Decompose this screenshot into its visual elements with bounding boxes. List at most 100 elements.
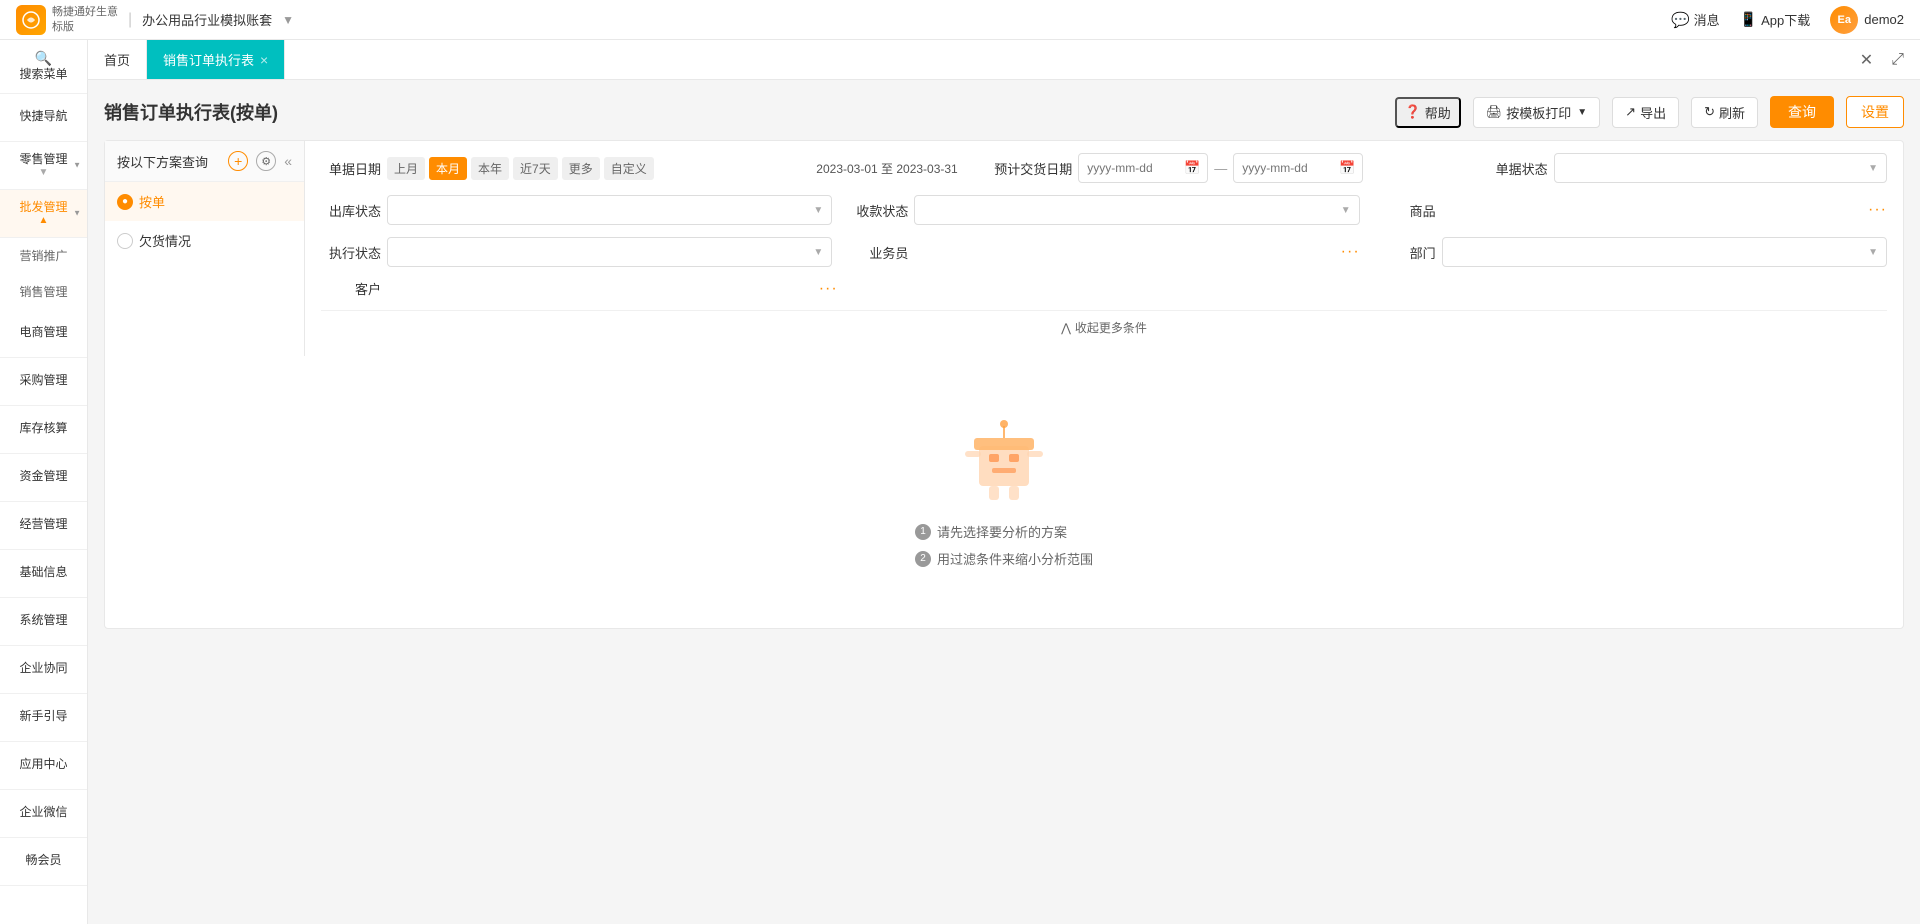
- date-btn-上月[interactable]: 上月: [387, 157, 425, 180]
- date-btn-自定义[interactable]: 自定义: [604, 157, 654, 180]
- message-action[interactable]: 💬 消息: [1671, 10, 1720, 29]
- salesperson-more-btn[interactable]: ···: [1341, 243, 1360, 261]
- sidebar-item-wholesale[interactable]: 批发管理 ▲: [0, 190, 87, 238]
- sidebar-wholesale-label: 批发管理: [19, 200, 67, 216]
- payment-status-select[interactable]: ▼: [914, 195, 1359, 225]
- scheme-item-欠货情况[interactable]: 欠货情况: [105, 221, 304, 260]
- tab-expand-btn[interactable]: ⤢: [1887, 49, 1908, 71]
- collapse-bar[interactable]: ⋀ 收起更多条件: [321, 310, 1887, 344]
- sidebar-item-quick-nav[interactable]: 快捷导航: [0, 94, 87, 142]
- scheme-header-actions: + ⚙ «: [228, 151, 292, 171]
- out-status-label: 出库状态: [321, 201, 381, 220]
- status-select-arrow: ▼: [1868, 163, 1878, 174]
- main-layout: 🔍 搜索菜单 快捷导航 零售管理 ▼ 批发管理 ▲ 营销推广 销售管理 电商管理…: [0, 40, 1920, 924]
- refresh-btn[interactable]: ↻ 刷新: [1691, 97, 1758, 128]
- tab-home[interactable]: 首页: [88, 40, 147, 79]
- logo-icon: [16, 5, 46, 35]
- page-content: 销售订单执行表(按单) ❓ 帮助 🖨 按模板打印 ↗ 导出: [88, 80, 1920, 924]
- scheme-dot-inactive: [117, 233, 133, 249]
- sidebar-operations-label: 经营管理: [19, 517, 67, 533]
- sidebar-item-inventory[interactable]: 库存核算: [0, 406, 87, 454]
- goods-more-btn[interactable]: ···: [1868, 201, 1887, 219]
- filter-row-1: 单据日期 上月 本月 本年 近7天 更多 自定义: [321, 153, 1887, 183]
- customer-more-btn[interactable]: ···: [819, 280, 838, 298]
- expected-date-label: 预计交货日期: [992, 159, 1072, 178]
- scheme-add-btn[interactable]: +: [228, 151, 248, 171]
- sidebar-sub-marketing[interactable]: 营销推广: [0, 238, 87, 274]
- logo-area: 畅捷通好生意 标版: [16, 5, 118, 35]
- collapse-text: 收起更多条件: [1075, 319, 1147, 336]
- scheme-settings-btn[interactable]: ⚙: [256, 151, 276, 171]
- sidebar-inventory-label: 库存核算: [19, 421, 67, 437]
- empty-text-list: 1 请先选择要分析的方案 2 用过滤条件来缩小分析范围: [915, 522, 1093, 568]
- query-btn[interactable]: 查询: [1770, 96, 1834, 128]
- status-select[interactable]: ▼: [1554, 153, 1887, 183]
- sidebar-item-purchase[interactable]: 采购管理: [0, 358, 87, 406]
- page-header-actions: ❓ 帮助 🖨 按模板打印 ↗ 导出 ↻ 刷新 查询: [1395, 96, 1904, 128]
- message-label: 消息: [1694, 10, 1720, 29]
- main-panel: 按以下方案查询 + ⚙ « ● 按单: [104, 140, 1904, 629]
- sidebar-purchase-label: 采购管理: [19, 373, 67, 389]
- app-download-action[interactable]: 📱 App下载: [1740, 10, 1811, 29]
- scheme-item-按单[interactable]: ● 按单: [105, 182, 304, 221]
- empty-illustration: [959, 416, 1049, 506]
- sidebar-item-search[interactable]: 🔍 搜索菜单: [0, 40, 87, 94]
- customer-label: 客户: [321, 279, 381, 298]
- sidebar-item-member[interactable]: 畅会员: [0, 838, 87, 886]
- scheme-panel: 按以下方案查询 + ⚙ « ● 按单: [105, 141, 305, 356]
- sidebar-item-wechat[interactable]: 企业微信: [0, 790, 87, 838]
- collapse-label: ⋀ 收起更多条件: [1061, 319, 1147, 336]
- scheme-collapse-btn[interactable]: «: [284, 153, 292, 169]
- help-btn[interactable]: ❓ 帮助: [1395, 97, 1461, 128]
- sidebar-item-apps[interactable]: 应用中心: [0, 742, 87, 790]
- settings-btn[interactable]: 设置: [1846, 96, 1904, 128]
- top-bar-right: 💬 消息 📱 App下载 Ea demo2: [1671, 6, 1904, 34]
- out-status-select[interactable]: ▼: [387, 195, 832, 225]
- help-icon: ❓: [1405, 104, 1421, 120]
- expected-date-range: 📅 — 📅: [1078, 153, 1363, 183]
- print-label: 按模板打印: [1506, 103, 1571, 122]
- tab-home-label: 首页: [104, 50, 130, 69]
- sidebar-item-system[interactable]: 系统管理: [0, 598, 87, 646]
- sidebar-enterprise-label: 企业协同: [19, 661, 67, 677]
- tab-close-btn[interactable]: ×: [260, 53, 268, 67]
- date-btn-本月[interactable]: 本月: [429, 157, 467, 180]
- tip-num-1: 1: [915, 524, 931, 540]
- export-btn[interactable]: ↗ 导出: [1612, 97, 1679, 128]
- date-btn-更多[interactable]: 更多: [562, 157, 600, 180]
- dept-select[interactable]: ▼: [1442, 237, 1887, 267]
- sidebar-item-ecommerce[interactable]: 电商管理: [0, 310, 87, 358]
- tab-current-label: 销售订单执行表: [163, 50, 254, 69]
- exec-status-select[interactable]: ▼: [387, 237, 832, 267]
- filter-row-2: 出库状态 ▼ 收款状态 ▼: [321, 195, 1887, 225]
- scheme-item-label-欠货情况: 欠货情况: [139, 231, 191, 250]
- breadcrumb-arrow-icon[interactable]: ▼: [282, 13, 294, 27]
- sidebar-member-label: 畅会员: [25, 853, 61, 869]
- tab-bar: 首页 销售订单执行表 × ✕ ⤢: [88, 40, 1920, 80]
- logo-text: 畅捷通好生意 标版: [52, 5, 118, 34]
- sidebar-item-enterprise[interactable]: 企业协同: [0, 646, 87, 694]
- sidebar-sub-sales[interactable]: 销售管理: [0, 274, 87, 310]
- date-btn-本年[interactable]: 本年: [471, 157, 509, 180]
- print-btn[interactable]: 🖨 按模板打印: [1473, 97, 1600, 128]
- expected-date-from-wrap: 📅: [1078, 153, 1208, 183]
- scheme-header-title: 按以下方案查询: [117, 152, 208, 171]
- message-icon: 💬: [1671, 11, 1690, 29]
- tab-close-window-btn[interactable]: ✕: [1856, 48, 1877, 72]
- sidebar-item-operations[interactable]: 经营管理: [0, 502, 87, 550]
- user-action[interactable]: Ea demo2: [1830, 6, 1904, 34]
- date-btn-近7天[interactable]: 近7天: [513, 157, 558, 180]
- sidebar-newbie-label: 新手引导: [19, 709, 67, 725]
- sidebar-basics-label: 基础信息: [19, 565, 67, 581]
- payment-status-label: 收款状态: [848, 201, 908, 220]
- sidebar-item-newbie[interactable]: 新手引导: [0, 694, 87, 742]
- sidebar-item-basics[interactable]: 基础信息: [0, 550, 87, 598]
- tab-current[interactable]: 销售订单执行表 ×: [147, 40, 285, 79]
- top-bar: 畅捷通好生意 标版 | 办公用品行业模拟账套 ▼ 💬 消息 📱 App下载 Ea…: [0, 0, 1920, 40]
- sidebar-ecommerce-label: 电商管理: [19, 325, 67, 341]
- sidebar-item-retail[interactable]: 零售管理 ▼: [0, 142, 87, 190]
- empty-tip-1: 1 请先选择要分析的方案: [915, 522, 1093, 541]
- sidebar-item-finance[interactable]: 资金管理: [0, 454, 87, 502]
- sidebar-sales-label: 销售管理: [19, 283, 67, 300]
- filter-panel: 单据日期 上月 本月 本年 近7天 更多 自定义: [305, 141, 1903, 356]
